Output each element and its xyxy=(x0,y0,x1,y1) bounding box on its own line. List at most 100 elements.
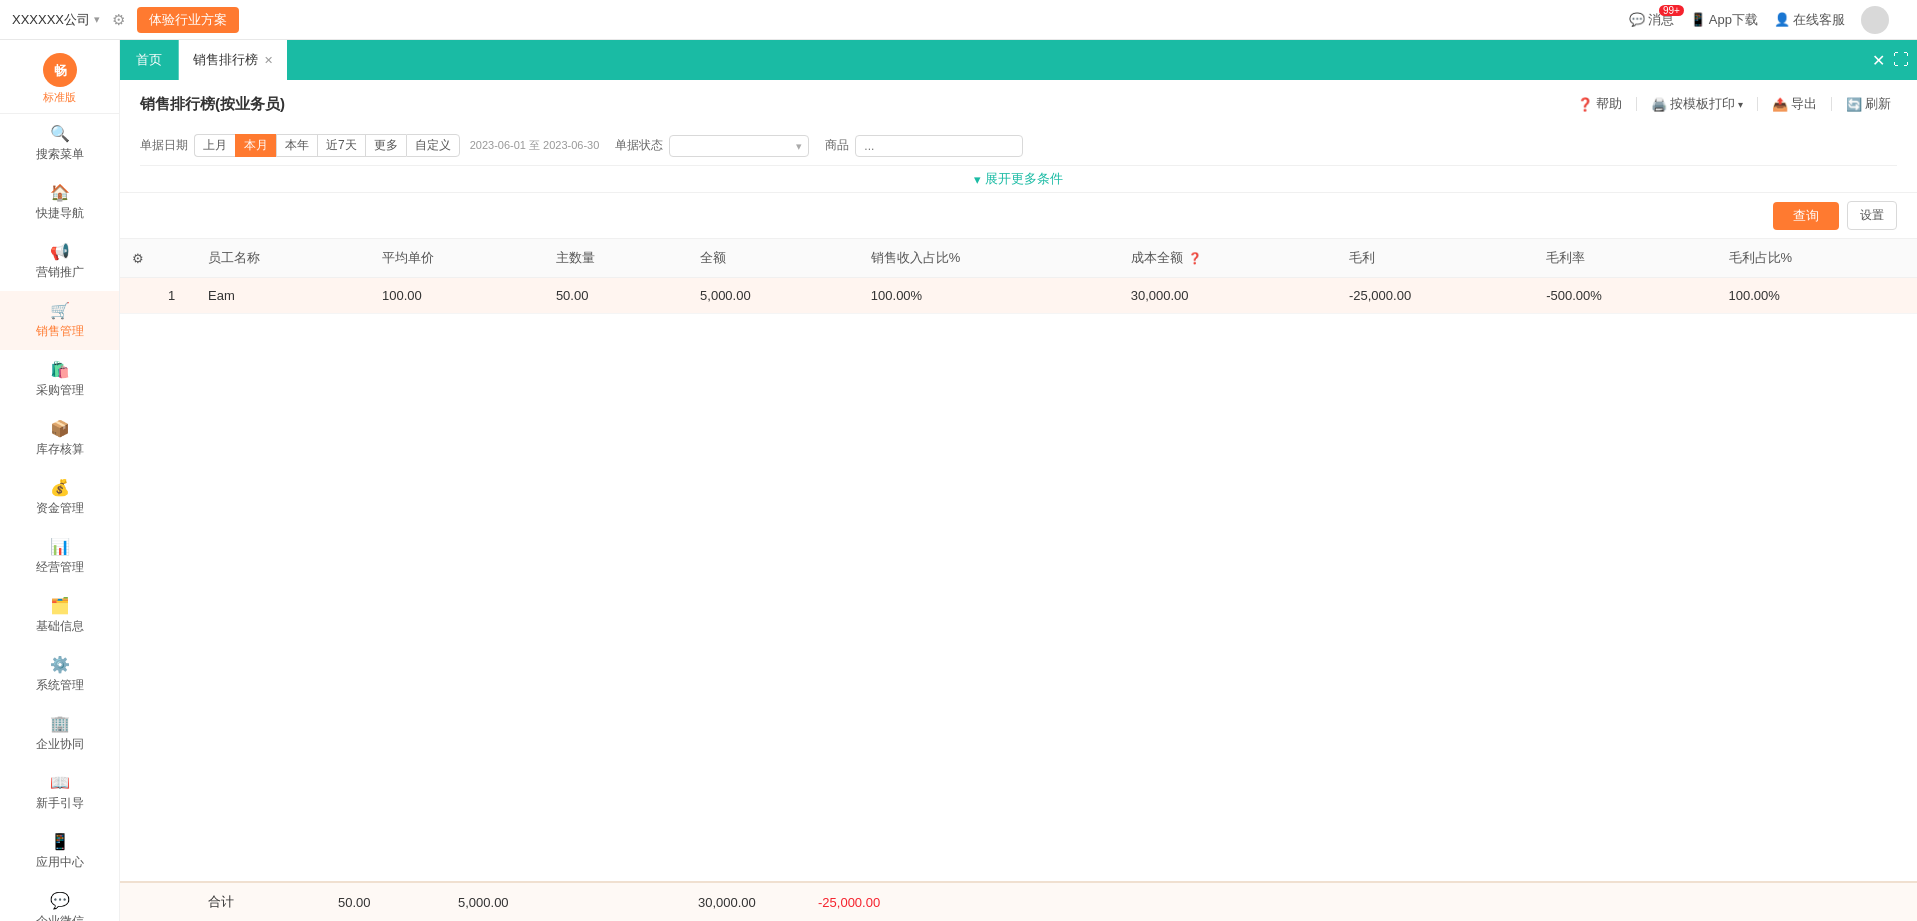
data-table: ⚙ 员工名称 平均单价 主数量 xyxy=(120,239,1917,314)
footer-gross-profit: -25,000.00 xyxy=(818,895,938,910)
date-btn-custom[interactable]: 自定义 xyxy=(406,134,460,157)
date-btn-this-year[interactable]: 本年 xyxy=(276,134,317,157)
cell-avg-price: 100.00 xyxy=(370,278,544,314)
expand-label: 展开更多条件 xyxy=(985,170,1063,188)
sidebar-item-inventory[interactable]: 📦 库存核算 xyxy=(0,409,119,468)
sidebar-item-quick-nav[interactable]: 🏠 快捷导航 xyxy=(0,173,119,232)
filter-row: 单据日期 上月 本月 本年 近7天 更多 自定义 2023-06-01 至 20… xyxy=(140,126,1897,165)
column-gear-icon: ⚙ xyxy=(132,251,144,266)
sidebar-item-label-app-center: 应用中心 xyxy=(36,854,84,871)
sidebar-item-enterprise[interactable]: 🏢 企业协同 xyxy=(0,704,119,763)
search-icon: 🔍 xyxy=(50,124,70,143)
col-header-gross-profit: 毛利 xyxy=(1337,239,1534,278)
sidebar-item-label-inventory: 库存核算 xyxy=(36,441,84,458)
status-select[interactable] xyxy=(669,135,809,157)
sidebar-item-label-marketing: 营销推广 xyxy=(36,264,84,281)
footer-amount: 5,000.00 xyxy=(458,895,578,910)
sidebar-item-marketing[interactable]: 📢 营销推广 xyxy=(0,232,119,291)
table-row: 1 Eam 100.00 50.00 5,000.00 100.00% 30,0… xyxy=(120,278,1917,314)
page-header: 销售排行榜(按业务员) ❓ 帮助 🖨️ 按模板打印 ▾ xyxy=(120,80,1917,193)
date-btn-more[interactable]: 更多 xyxy=(365,134,406,157)
tab-bar-right: ✕ ⛶ xyxy=(1872,51,1917,70)
refresh-label: 刷新 xyxy=(1865,95,1891,113)
footer-label-heji: 合计 xyxy=(208,893,338,911)
refresh-icon: 🔄 xyxy=(1846,97,1862,112)
expand-bar[interactable]: ▾ 展开更多条件 xyxy=(140,165,1897,192)
cell-gross-pct: 100.00% xyxy=(1717,278,1917,314)
home-icon: 🏠 xyxy=(50,183,70,202)
sidebar-item-search[interactable]: 🔍 搜索菜单 xyxy=(0,114,119,173)
date-btn-this-month[interactable]: 本月 xyxy=(235,134,276,157)
tab-close-icon[interactable]: ✕ xyxy=(264,54,273,67)
col-header-cost: 成本全额 ❓ xyxy=(1119,239,1337,278)
tab-home[interactable]: 首页 xyxy=(120,40,179,80)
goods-filter-label: 商品 xyxy=(825,137,849,154)
print-btn[interactable]: 🖨️ 按模板打印 ▾ xyxy=(1645,92,1749,116)
message-icon: 💬 xyxy=(1629,12,1645,27)
help-btn[interactable]: ❓ 帮助 xyxy=(1571,92,1628,116)
tab-label: 销售排行榜 xyxy=(193,51,258,69)
goods-filter-input[interactable] xyxy=(855,135,1023,157)
system-icon: ⚙️ xyxy=(50,655,70,674)
cell-gross-margin: -500.00% xyxy=(1534,278,1716,314)
col-header-gear[interactable]: ⚙ xyxy=(120,239,156,278)
sidebar-item-guide[interactable]: 📖 新手引导 xyxy=(0,763,119,822)
tab-sales-ranking[interactable]: 销售排行榜 ✕ xyxy=(179,40,287,80)
refresh-btn[interactable]: 🔄 刷新 xyxy=(1840,92,1897,116)
sidebar-item-sales[interactable]: 🛒 销售管理 xyxy=(0,291,119,350)
cell-amount: 5,000.00 xyxy=(688,278,859,314)
service-icon: 👤 xyxy=(1774,12,1790,27)
sidebar: 畅 标准版 🔍 搜索菜单 🏠 快捷导航 📢 营销推广 🛒 销售管理 🛍️ 采购管… xyxy=(0,40,120,921)
export-icon: 📤 xyxy=(1772,97,1788,112)
online-service-btn[interactable]: 👤 在线客服 xyxy=(1774,11,1845,29)
help-label: 帮助 xyxy=(1596,95,1622,113)
print-label: 按模板打印 xyxy=(1670,95,1735,113)
finance-icon: 💰 xyxy=(50,478,70,497)
sidebar-item-system[interactable]: ⚙️ 系统管理 xyxy=(0,645,119,704)
settings-icon[interactable]: ⚙ xyxy=(112,11,125,29)
sidebar-item-label-enterprise: 企业协同 xyxy=(36,736,84,753)
print-chevron-icon: ▾ xyxy=(1738,99,1743,110)
company-selector[interactable]: XXXXXX公司 ▾ xyxy=(12,11,100,29)
divider-2 xyxy=(1757,97,1758,111)
date-btn-last-7-days[interactable]: 近7天 xyxy=(317,134,365,157)
trial-btn[interactable]: 体验行业方案 xyxy=(137,7,239,33)
avatar[interactable] xyxy=(1861,6,1889,34)
goods-filter-item: 商品 xyxy=(825,135,1023,157)
content-area: 首页 销售排行榜 ✕ ✕ ⛶ 销售排行榜(按业务员) ❓ 帮助 xyxy=(120,40,1917,921)
top-bar: XXXXXX公司 ▾ ⚙ 体验行业方案 💬 消息 99+ 📱 App下载 👤 在… xyxy=(0,0,1917,40)
export-btn[interactable]: 📤 导出 xyxy=(1766,92,1823,116)
settings-button[interactable]: 设置 xyxy=(1847,201,1897,230)
logo-text: 标准版 xyxy=(43,90,76,105)
app-download-btn[interactable]: 📱 App下载 xyxy=(1690,11,1758,29)
sidebar-item-operations[interactable]: 📊 经营管理 xyxy=(0,527,119,586)
col-header-quantity: 主数量 xyxy=(544,239,688,278)
export-label: 导出 xyxy=(1791,95,1817,113)
col-header-rank xyxy=(156,239,196,278)
sidebar-item-wechat[interactable]: 💬 企业微信 xyxy=(0,881,119,921)
purchase-icon: 🛍️ xyxy=(50,360,70,379)
divider-3 xyxy=(1831,97,1832,111)
query-button[interactable]: 查询 xyxy=(1773,202,1839,230)
tab-expand-icon[interactable]: ⛶ xyxy=(1893,51,1909,69)
status-filter-item: 单据状态 xyxy=(615,135,809,157)
inventory-icon: 📦 xyxy=(50,419,70,438)
message-btn[interactable]: 💬 消息 99+ xyxy=(1629,11,1674,29)
sidebar-item-basic-info[interactable]: 🗂️ 基础信息 xyxy=(0,586,119,645)
table-footer: 合计 50.00 5,000.00 30,000.00 -25,000.00 xyxy=(120,881,1917,921)
svg-text:畅: 畅 xyxy=(53,63,66,78)
cost-help-icon[interactable]: ❓ xyxy=(1188,252,1202,264)
cell-index xyxy=(120,278,156,314)
footer-cost: 30,000.00 xyxy=(698,895,818,910)
page-header-actions: ❓ 帮助 🖨️ 按模板打印 ▾ 📤 导出 xyxy=(1571,92,1897,116)
sidebar-item-app-center[interactable]: 📱 应用中心 xyxy=(0,822,119,881)
sidebar-item-finance[interactable]: 💰 资金管理 xyxy=(0,468,119,527)
page-content: 销售排行榜(按业务员) ❓ 帮助 🖨️ 按模板打印 ▾ xyxy=(120,80,1917,921)
tab-close-all-icon[interactable]: ✕ xyxy=(1872,51,1885,70)
basic-info-icon: 🗂️ xyxy=(50,596,70,615)
date-btn-last-month[interactable]: 上月 xyxy=(194,134,235,157)
sidebar-item-purchase[interactable]: 🛍️ 采购管理 xyxy=(0,350,119,409)
service-label: 在线客服 xyxy=(1793,11,1845,29)
date-range-buttons: 上月 本月 本年 近7天 更多 自定义 xyxy=(194,134,460,157)
sidebar-item-label-operations: 经营管理 xyxy=(36,559,84,576)
